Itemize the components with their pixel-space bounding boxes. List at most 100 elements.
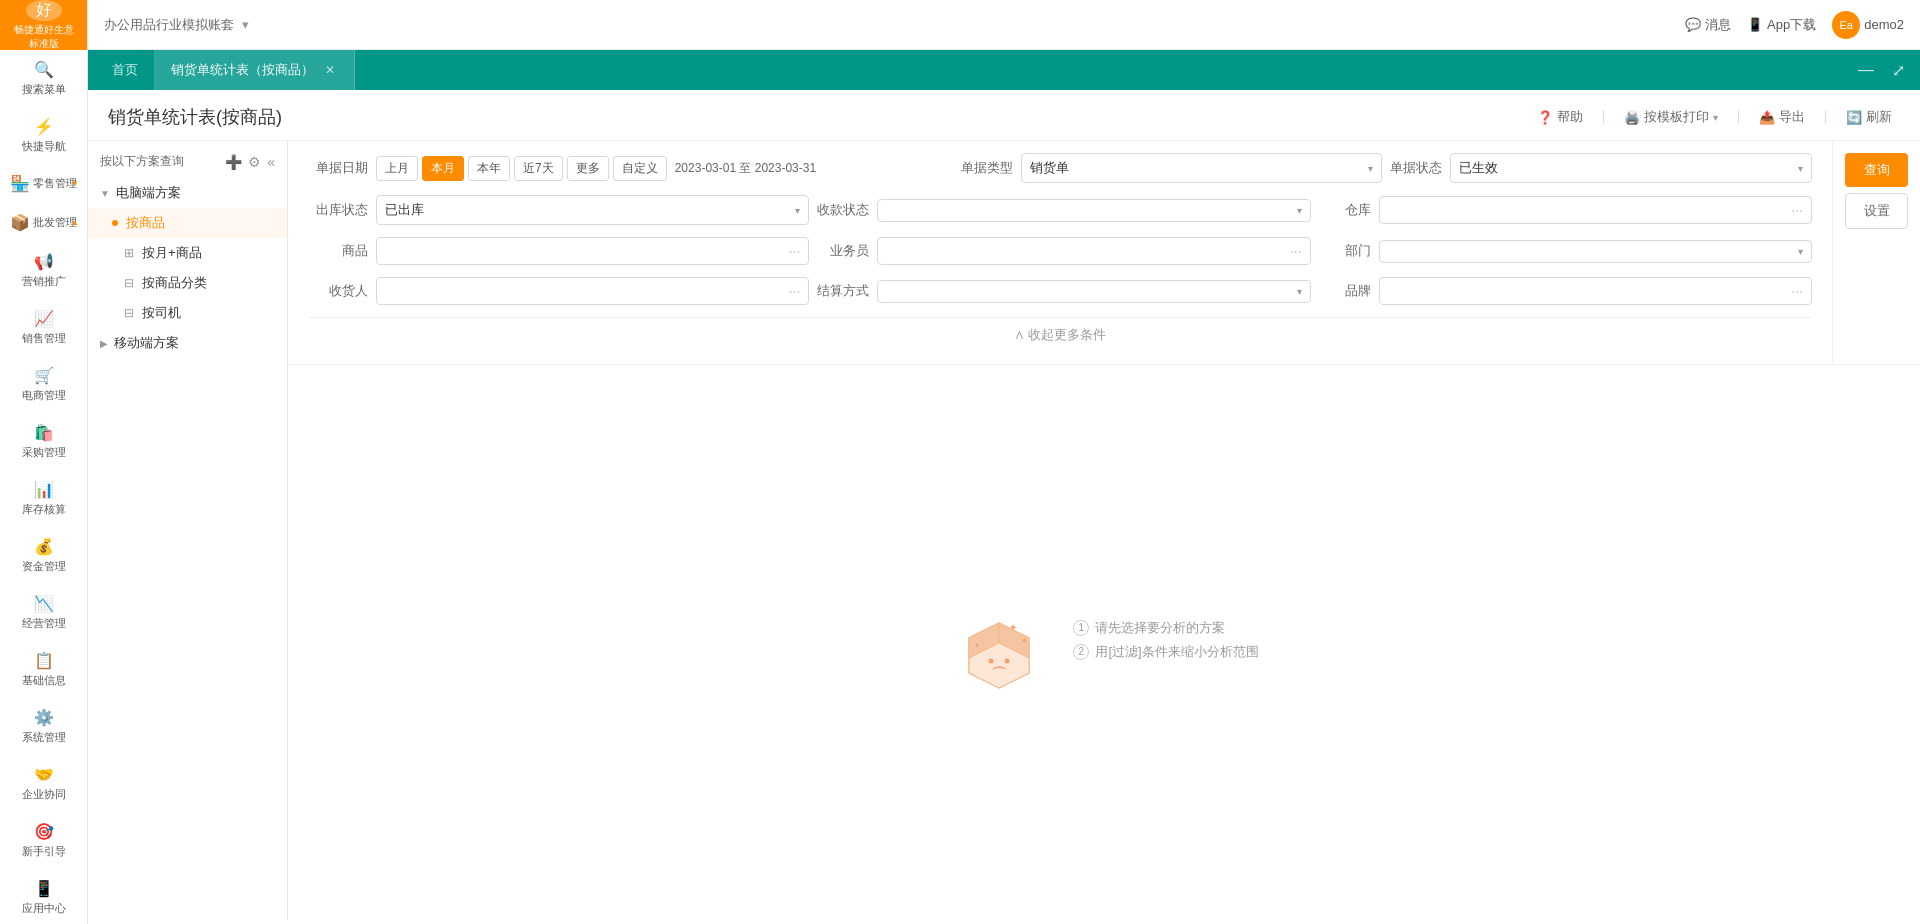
sidebar-icon-4: 📢 <box>34 252 54 271</box>
out-status-value: 已出库 <box>385 201 424 219</box>
settle-label: 结算方式 <box>809 282 869 300</box>
filter-row-1: 单据日期 上月 本月 本年 近7天 更多 自定义 <box>308 153 1812 183</box>
add-scheme-btn[interactable]: ➕ <box>225 154 242 170</box>
date-btn-this-year[interactable]: 本年 <box>468 156 510 181</box>
goods-input[interactable]: ··· <box>376 237 809 265</box>
filter-date: 单据日期 上月 本月 本年 近7天 更多 自定义 <box>308 156 953 181</box>
brand-input[interactable]: ··· <box>1379 277 1812 305</box>
refresh-label: 刷新 <box>1866 108 1892 126</box>
sidebar-item-1[interactable]: ⚡快捷导航 <box>0 107 87 164</box>
salesman-control: ··· <box>877 237 1310 265</box>
tree-item-by-goods[interactable]: 按商品 <box>88 208 287 238</box>
sidebar-item-14[interactable]: 🎯新手引导 <box>0 812 87 869</box>
sidebar-item-2[interactable]: 🏪零售管理 <box>0 164 87 203</box>
date-btn-this-month[interactable]: 本月 <box>422 156 464 181</box>
refresh-btn[interactable]: 🔄 刷新 <box>1838 104 1900 130</box>
recipient-input[interactable]: ··· <box>376 277 809 305</box>
sidebar-item-0[interactable]: 🔍 搜索菜单 <box>0 50 87 107</box>
doc-type-select[interactable]: 销货单 ▾ <box>1021 153 1383 183</box>
sidebar-item-6[interactable]: 🛒电商管理 <box>0 356 87 413</box>
sidebar-item-10[interactable]: 📉经营管理 <box>0 584 87 641</box>
sidebar-item-3[interactable]: 📦批发管理 <box>0 203 87 242</box>
sidebar-icon-1: ⚡ <box>34 117 54 136</box>
edit-scheme-btn[interactable]: ⚙ <box>248 154 261 170</box>
messages-btn[interactable]: 💬 消息 <box>1685 16 1731 34</box>
filter-row-4: 收货人 ··· 结算方式 <box>308 277 1812 305</box>
app-download-btn[interactable]: 📱 App下载 <box>1747 16 1816 34</box>
filter-settle: 结算方式 ▾ <box>809 280 1310 303</box>
sidebar-item-5[interactable]: 📈销售管理 <box>0 299 87 356</box>
help-btn[interactable]: ❓ 帮助 <box>1529 104 1591 130</box>
receipt-status-select[interactable]: ▾ <box>877 199 1310 222</box>
help-icon: ❓ <box>1537 110 1553 125</box>
doc-status-select[interactable]: 已生效 ▾ <box>1450 153 1812 183</box>
settings-button[interactable]: 设置 <box>1845 193 1908 229</box>
tree-section-pc-header[interactable]: ▼ 电脑端方案 <box>88 178 287 208</box>
left-panel-icons: ➕ ⚙ « <box>225 154 275 170</box>
filter-dept: 部门 ▾ <box>1311 240 1812 263</box>
date-btn-7days[interactable]: 近7天 <box>514 156 563 181</box>
logo-icon: 好 <box>26 0 62 21</box>
receipt-status-arrow: ▾ <box>1297 205 1302 216</box>
collapse-conditions-btn[interactable]: ∧ 收起更多条件 <box>308 317 1812 352</box>
out-status-select[interactable]: 已出库 ▾ <box>376 195 809 225</box>
date-btn-custom[interactable]: 自定义 <box>613 156 667 181</box>
recipient-label: 收货人 <box>308 282 368 300</box>
sidebar-item-9[interactable]: 💰资金管理 <box>0 527 87 584</box>
industry-label: 办公用品行业模拟账套 <box>104 16 234 34</box>
dropdown-arrow[interactable]: ▾ <box>242 17 249 32</box>
doc-status-label: 单据状态 <box>1382 159 1442 177</box>
export-btn[interactable]: 📤 导出 <box>1751 104 1813 130</box>
brand-dots: ··· <box>1791 283 1803 299</box>
dept-select[interactable]: ▾ <box>1379 240 1812 263</box>
sidebar-item-15[interactable]: 📱应用中心 <box>0 869 87 924</box>
warehouse-input[interactable]: ··· <box>1379 196 1812 224</box>
sidebar-icon-13: 🤝 <box>34 765 54 784</box>
app-icon: 📱 <box>1747 17 1763 32</box>
date-btn-last-month[interactable]: 上月 <box>376 156 418 181</box>
tab-maximize-btn[interactable]: ⤢ <box>1884 56 1912 84</box>
goods-control: ··· <box>376 237 809 265</box>
tab-minimize-btn[interactable]: — <box>1852 56 1880 84</box>
warehouse-dots: ··· <box>1791 202 1803 218</box>
collapse-panel-btn[interactable]: « <box>267 154 275 170</box>
sidebar-item-4[interactable]: 📢营销推广 <box>0 242 87 299</box>
warehouse-control: ··· <box>1379 196 1812 224</box>
sidebar-label-15: 应用中心 <box>22 901 66 916</box>
page-title: 销货单统计表(按商品) <box>108 105 282 129</box>
tree-item-by-category[interactable]: ⊟ 按商品分类 <box>88 268 287 298</box>
filter-out-status: 出库状态 已出库 ▾ <box>308 195 809 225</box>
sidebar-label-0: 搜索菜单 <box>22 82 66 97</box>
filter-section: 单据日期 上月 本月 本年 近7天 更多 自定义 <box>288 141 1920 365</box>
query-button[interactable]: 查询 <box>1845 153 1908 187</box>
messages-label: 消息 <box>1705 16 1731 34</box>
date-btn-more[interactable]: 更多 <box>567 156 609 181</box>
sidebar-item-8[interactable]: 📊库存核算 <box>0 470 87 527</box>
tree-item-by-driver[interactable]: ⊟ 按司机 <box>88 298 287 328</box>
empty-illustration: ✦ ✦ ✦ <box>949 593 1049 693</box>
step-2-text: 用[过滤]条件来缩小分析范围 <box>1095 643 1258 661</box>
divider3 <box>1825 110 1826 124</box>
sidebar-label-5: 销售管理 <box>22 331 66 346</box>
settle-select[interactable]: ▾ <box>877 280 1310 303</box>
sidebar-item-11[interactable]: 📋基础信息 <box>0 641 87 698</box>
tree-item-by-month-goods[interactable]: ⊞ 按月+商品 <box>88 238 287 268</box>
sidebar-icon-0: 🔍 <box>34 60 54 79</box>
sidebar-item-12[interactable]: ⚙️系统管理 <box>0 698 87 755</box>
doc-status-control: 已生效 ▾ <box>1450 153 1812 183</box>
print-btn[interactable]: 🖨️ 按模板打印 ▾ <box>1616 104 1726 130</box>
tab-close-btn[interactable]: ✕ <box>322 62 338 78</box>
tab-sales-stat[interactable]: 销货单统计表（按商品） ✕ <box>155 50 355 90</box>
export-icon: 📤 <box>1759 110 1775 125</box>
tab-actions: — ⤢ <box>1852 56 1920 84</box>
sidebar-icon-10: 📉 <box>34 594 54 613</box>
salesman-input[interactable]: ··· <box>877 237 1310 265</box>
sidebar-item-7[interactable]: 🛍️采购管理 <box>0 413 87 470</box>
filter-receipt-status: 收款状态 ▾ <box>809 199 1310 222</box>
user-profile[interactable]: Ea demo2 <box>1832 11 1904 39</box>
tab-home[interactable]: 首页 <box>96 50 155 90</box>
tree-section-mobile-header[interactable]: ▶ 移动端方案 <box>88 328 287 358</box>
sidebar-item-13[interactable]: 🤝企业协同 <box>0 755 87 812</box>
page-content: 销货单统计表(按商品) ❓ 帮助 🖨️ 按模板打印 ▾ 📤 导出 <box>88 90 1920 924</box>
sidebar-label-3: 批发管理 <box>33 215 77 230</box>
